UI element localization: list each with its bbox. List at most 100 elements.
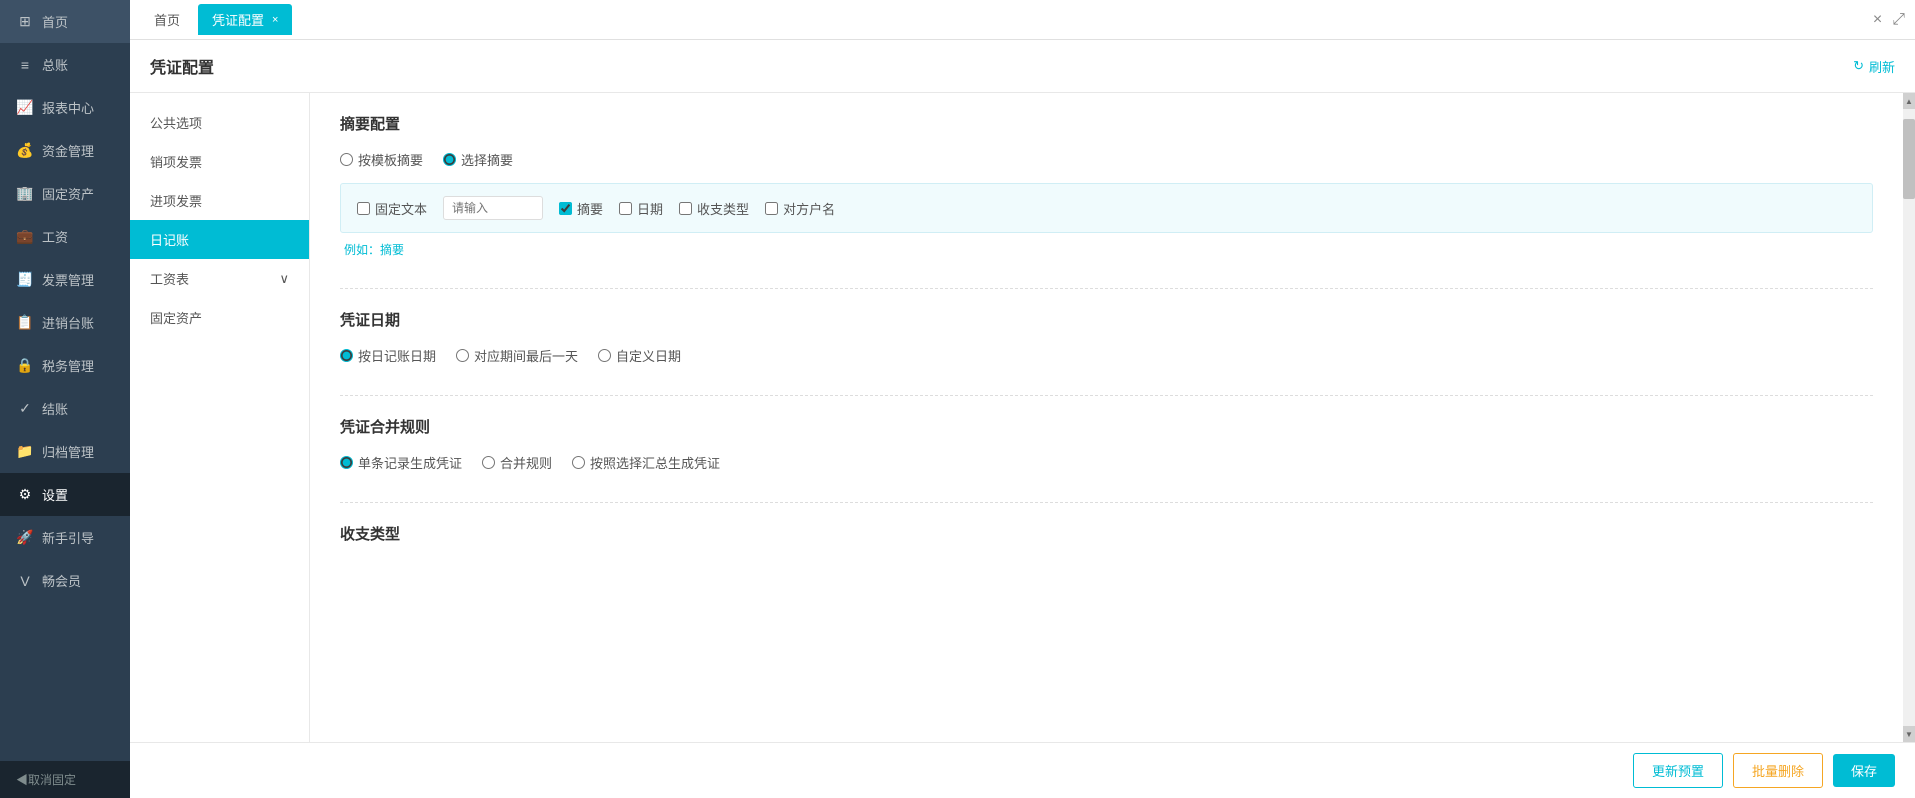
sidebar-item-general-ledger[interactable]: ≡ 总账 <box>0 43 130 86</box>
report-icon: 📈 <box>16 99 34 116</box>
scrollbar-thumb[interactable] <box>1903 119 1915 199</box>
window-close-button[interactable]: × <box>1873 11 1882 29</box>
sidebar-item-label: 进销台账 <box>42 313 94 332</box>
merge-radio-single-input[interactable] <box>340 456 353 469</box>
fixed-text-input[interactable] <box>443 196 543 220</box>
checkbox-summary-input[interactable] <box>559 202 572 215</box>
summary-radio-choose-input[interactable] <box>443 153 456 166</box>
merge-radio-rule-label: 合并规则 <box>500 453 552 472</box>
merge-rules-section: 凭证合并规则 单条记录生成凭证 合并规则 按照选择汇总生成凭证 <box>340 416 1873 472</box>
sidebar-item-close-accounts[interactable]: ✓ 结账 <box>0 387 130 430</box>
sidebar-item-label: 首页 <box>42 12 68 31</box>
sidebar-item-report-center[interactable]: 📈 报表中心 <box>0 86 130 129</box>
tab-home-label: 首页 <box>154 10 180 29</box>
sidebar-item-finance[interactable]: 💰 资金管理 <box>0 129 130 172</box>
batch-delete-button[interactable]: 批量删除 <box>1733 753 1823 788</box>
archive-icon: 📁 <box>16 443 34 460</box>
checkbox-income-expense-input[interactable] <box>679 202 692 215</box>
checkbox-date-input[interactable] <box>619 202 632 215</box>
sidebar-item-settings[interactable]: ⚙ 设置 <box>0 473 130 516</box>
sidebar-item-home[interactable]: ⊞ 首页 <box>0 0 130 43</box>
date-radio-period-last[interactable]: 对应期间最后一天 <box>456 346 578 365</box>
merge-radio-summary-input[interactable] <box>572 456 585 469</box>
sidebar-item-label: 资金管理 <box>42 141 94 160</box>
window-resize-button[interactable]: ⤢ <box>1892 11 1905 29</box>
summary-radio-template-input[interactable] <box>340 153 353 166</box>
nav-item-purchase-invoice[interactable]: 进项发票 <box>130 181 309 220</box>
checkbox-summary[interactable]: 摘要 <box>559 199 603 218</box>
checkbox-counterpart[interactable]: 对方户名 <box>765 199 835 218</box>
close-acc-icon: ✓ <box>16 400 34 417</box>
refresh-button[interactable]: ↻ 刷新 <box>1853 57 1895 76</box>
salary-icon: 💼 <box>16 228 34 245</box>
refresh-icon: ↻ <box>1853 58 1864 74</box>
merge-radio-single-label: 单条记录生成凭证 <box>358 453 462 472</box>
finance-icon: 💰 <box>16 142 34 159</box>
summary-config-section: 摘要配置 按模板摘要 选择摘要 <box>340 113 1873 258</box>
sidebar-item-label: 畅会员 <box>42 571 81 590</box>
summary-section-title: 摘要配置 <box>340 113 1873 134</box>
nav-item-sales-invoice[interactable]: 销项发票 <box>130 142 309 181</box>
page-title: 凭证配置 <box>150 54 214 78</box>
summary-radio-choose-label: 选择摘要 <box>461 150 513 169</box>
nav-item-journal[interactable]: 日记账 <box>130 220 309 259</box>
date-radio-custom[interactable]: 自定义日期 <box>598 346 681 365</box>
sidebar-item-tax[interactable]: 🔒 税务管理 <box>0 344 130 387</box>
merge-rules-radio-group: 单条记录生成凭证 合并规则 按照选择汇总生成凭证 <box>340 453 1873 472</box>
nav-item-public-options[interactable]: 公共选项 <box>130 103 309 142</box>
tab-voucher-config[interactable]: 凭证配置 × <box>198 4 292 35</box>
date-radio-period-last-input[interactable] <box>456 349 469 362</box>
right-panel: 摘要配置 按模板摘要 选择摘要 <box>310 93 1903 742</box>
sidebar-item-salary[interactable]: 💼 工资 <box>0 215 130 258</box>
sidebar-item-label: 固定资产 <box>42 184 94 203</box>
checkbox-fixed-text[interactable]: 固定文本 <box>357 199 427 218</box>
date-radio-journal-label: 按日记账日期 <box>358 346 436 365</box>
assets-icon: 🏢 <box>16 185 34 202</box>
checkbox-income-expense[interactable]: 收支类型 <box>679 199 749 218</box>
scrollbar-up-button[interactable]: ▲ <box>1903 93 1915 109</box>
date-radio-journal-input[interactable] <box>340 349 353 362</box>
bottom-bar: 更新预置 批量删除 保存 <box>130 742 1915 798</box>
checkbox-fixed-text-input[interactable] <box>357 202 370 215</box>
sales-icon: 📋 <box>16 314 34 331</box>
voucher-date-title: 凭证日期 <box>340 309 1873 330</box>
voucher-date-section: 凭证日期 按日记账日期 对应期间最后一天 自定义日期 <box>340 309 1873 365</box>
tab-actions: × ⤢ <box>1873 11 1905 29</box>
date-radio-custom-input[interactable] <box>598 349 611 362</box>
checkbox-date[interactable]: 日期 <box>619 199 663 218</box>
sidebar-item-sales-ledger[interactable]: 📋 进销台账 <box>0 301 130 344</box>
sidebar-item-label: 总账 <box>42 55 68 74</box>
sidebar-item-fixed-assets[interactable]: 🏢 固定资产 <box>0 172 130 215</box>
checkbox-counterpart-input[interactable] <box>765 202 778 215</box>
sidebar-item-label: 发票管理 <box>42 270 94 289</box>
sidebar-item-invoice[interactable]: 🧾 发票管理 <box>0 258 130 301</box>
sidebar-item-archive[interactable]: 📁 归档管理 <box>0 430 130 473</box>
save-button[interactable]: 保存 <box>1833 754 1895 787</box>
summary-radio-choose[interactable]: 选择摘要 <box>443 150 513 169</box>
tab-close-icon[interactable]: × <box>272 14 278 26</box>
date-radio-journal[interactable]: 按日记账日期 <box>340 346 436 365</box>
sidebar-item-member[interactable]: V 畅会员 <box>0 559 130 602</box>
sidebar-item-guide[interactable]: 🚀 新手引导 <box>0 516 130 559</box>
sidebar-item-label: 报表中心 <box>42 98 94 117</box>
summary-radio-template[interactable]: 按模板摘要 <box>340 150 423 169</box>
sidebar-item-label: 设置 <box>42 485 68 504</box>
chevron-down-icon: ∨ <box>279 271 289 287</box>
merge-radio-rule[interactable]: 合并规则 <box>482 453 552 472</box>
tab-home[interactable]: 首页 <box>140 4 194 35</box>
settings-icon: ⚙ <box>16 486 34 503</box>
update-preview-button[interactable]: 更新预置 <box>1633 753 1723 788</box>
nav-item-fixed-assets-sub[interactable]: 固定资产 <box>130 298 309 337</box>
merge-radio-rule-input[interactable] <box>482 456 495 469</box>
member-icon: V <box>16 573 34 589</box>
date-radio-custom-label: 自定义日期 <box>616 346 681 365</box>
merge-radio-summary[interactable]: 按照选择汇总生成凭证 <box>572 453 720 472</box>
nav-item-payroll[interactable]: 工资表 ∨ <box>130 259 309 298</box>
sidebar-unpin-button[interactable]: ◀取消固定 <box>0 761 130 798</box>
guide-icon: 🚀 <box>16 529 34 546</box>
summary-checkbox-row: 固定文本 摘要 日期 收支类型 <box>340 183 1873 233</box>
scrollbar-down-button[interactable]: ▼ <box>1903 726 1915 742</box>
content-area: 凭证配置 ↻ 刷新 公共选项 销项发票 进项发票 日记账 <box>130 40 1915 798</box>
merge-rules-title: 凭证合并规则 <box>340 416 1873 437</box>
merge-radio-single[interactable]: 单条记录生成凭证 <box>340 453 462 472</box>
